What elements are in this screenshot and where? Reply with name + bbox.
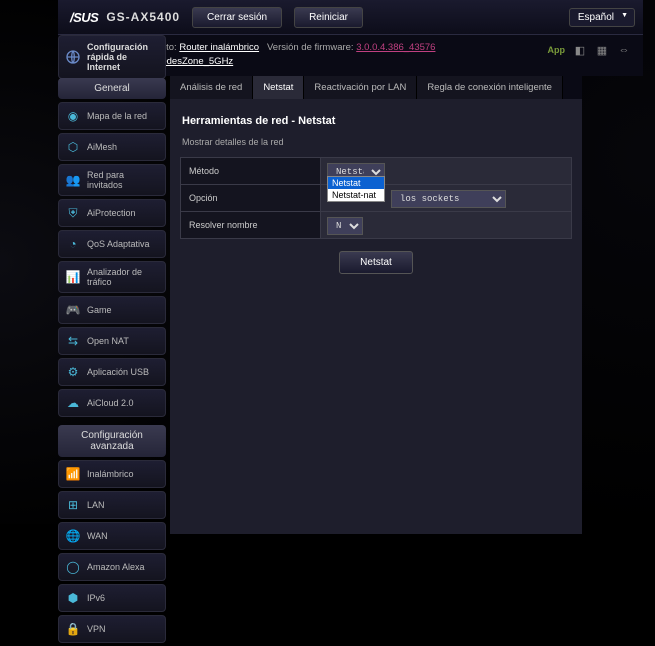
model-name: GS-AX5400 (106, 10, 180, 24)
sidebar-item-vpn[interactable]: 🔒 VPN (58, 615, 166, 643)
tab-wol[interactable]: Reactivación por LAN (304, 76, 417, 99)
sidebar-item-label: IPv6 (87, 593, 105, 603)
panel-subtitle: Mostrar detalles de la red (180, 137, 572, 157)
netstat-button[interactable]: Netstat (339, 251, 413, 274)
option-select[interactable]: los sockets (391, 190, 506, 208)
quick-setup-label: Configuraciónrápida de Internet (87, 42, 159, 72)
sidebar-item-label: AiCloud 2.0 (87, 398, 134, 408)
sidebar-item-label: Red para invitados (87, 170, 159, 190)
tab-bar: Análisis de red Netstat Reactivación por… (170, 76, 582, 99)
sidebar-item-label: Analizador de tráfico (87, 267, 159, 287)
sidebar-item-game[interactable]: 🎮 Game (58, 296, 166, 324)
sidebar-item-network-map[interactable]: ◉ Mapa de la red (58, 102, 166, 130)
main-panel: Herramientas de red - Netstat Mostrar de… (170, 99, 582, 534)
sidebar-item-guest[interactable]: 👥 Red para invitados (58, 164, 166, 196)
ssid2-link[interactable]: RedesZone_5GHz (155, 56, 234, 67)
sidebar-item-label: AiMesh (87, 142, 117, 152)
sidebar-item-traffic[interactable]: 📊 Analizador de tráfico (58, 261, 166, 293)
quick-setup-button[interactable]: Configuraciónrápida de Internet (58, 35, 166, 79)
resolve-select[interactable]: No (327, 217, 363, 235)
users-icon: 👥 (65, 172, 81, 188)
sidebar-item-label: QoS Adaptativa (87, 239, 150, 249)
gear-globe-icon (65, 49, 81, 65)
notify-icon[interactable]: ◧ (573, 43, 587, 57)
sidebar-item-alexa[interactable]: ◯ Amazon Alexa (58, 553, 166, 581)
sidebar-item-usb[interactable]: ⚙ Aplicación USB (58, 358, 166, 386)
vpn-icon: 🔒 (65, 621, 81, 637)
sidebar-item-aiprotection[interactable]: ⛨ AiProtection (58, 199, 166, 227)
sidebar-item-aimesh[interactable]: ⬡ AiMesh (58, 133, 166, 161)
wan-icon: 🌐 (65, 528, 81, 544)
sidebar-general-title: General (58, 78, 166, 99)
brand-logo: /SUS (70, 10, 98, 25)
tab-netstat[interactable]: Netstat (253, 76, 304, 99)
method-option-netstat-nat[interactable]: Netstat-nat (328, 189, 384, 201)
sidebar-item-aicloud[interactable]: ☁ AiCloud 2.0 (58, 389, 166, 417)
app-label[interactable]: App (548, 45, 566, 55)
led-icon[interactable]: ▦ (595, 43, 609, 57)
header-bar: /SUS GS-AX5400 Cerrar sesión Reiniciar E… (58, 0, 643, 35)
usb-icon[interactable]: ⇔ (617, 43, 631, 57)
sidebar-item-label: Inalámbrico (87, 469, 134, 479)
language-select[interactable]: Español (569, 8, 635, 27)
mode-link[interactable]: Router inalámbrico (179, 42, 259, 53)
fw-link[interactable]: 3.0.0.4.386_43576 (356, 42, 435, 53)
tab-network-analysis[interactable]: Análisis de red (170, 76, 253, 99)
sidebar-item-ipv6[interactable]: ⬢ IPv6 (58, 584, 166, 612)
sidebar-item-opennat[interactable]: ⇆ Open NAT (58, 327, 166, 355)
mesh-icon: ⬡ (65, 139, 81, 155)
cloud-icon: ☁ (65, 395, 81, 411)
sidebar-item-wireless[interactable]: 📶 Inalámbrico (58, 460, 166, 488)
logout-button[interactable]: Cerrar sesión (192, 7, 282, 28)
method-option-netstat[interactable]: Netstat (328, 177, 384, 189)
method-dropdown: Netstat Netstat-nat (327, 176, 385, 202)
wifi-icon: 📶 (65, 466, 81, 482)
sidebar-item-wan[interactable]: 🌐 WAN (58, 522, 166, 550)
sidebar-item-label: Aplicación USB (87, 367, 149, 377)
lan-icon: ⊞ (65, 497, 81, 513)
ipv6-icon: ⬢ (65, 590, 81, 606)
sidebar-item-label: WAN (87, 531, 108, 541)
shield-icon: ⛨ (65, 205, 81, 221)
sidebar-item-label: Amazon Alexa (87, 562, 145, 572)
gamepad-icon: 🎮 (65, 302, 81, 318)
speedometer-icon: ◔ (65, 236, 81, 252)
sidebar-item-label: VPN (87, 624, 106, 634)
option-label: Opción (181, 184, 321, 211)
globe-icon: ◉ (65, 108, 81, 124)
sidebar-item-label: Game (87, 305, 112, 315)
sidebar-item-qos[interactable]: ◔ QoS Adaptativa (58, 230, 166, 258)
resolve-label: Resolver nombre (181, 211, 321, 238)
form-table: Método Netstat Netstat Netstat-nat Opció… (180, 157, 572, 239)
sidebar-item-lan[interactable]: ⊞ LAN (58, 491, 166, 519)
reboot-button[interactable]: Reiniciar (294, 7, 363, 28)
sidebar-item-label: AiProtection (87, 208, 136, 218)
usb-app-icon: ⚙ (65, 364, 81, 380)
sidebar-item-label: Mapa de la red (87, 111, 147, 121)
alexa-icon: ◯ (65, 559, 81, 575)
sidebar: General ◉ Mapa de la red ⬡ AiMesh 👥 Red … (58, 78, 166, 646)
tab-smart-connect[interactable]: Regla de conexión inteligente (417, 76, 563, 99)
panel-title: Herramientas de red - Netstat (180, 109, 572, 137)
fw-label: Versión de firmware: (267, 42, 354, 53)
nat-icon: ⇆ (65, 333, 81, 349)
chart-icon: 📊 (65, 269, 81, 285)
sidebar-advanced-title: Configuración avanzada (58, 425, 166, 457)
sidebar-item-label: Open NAT (87, 336, 129, 346)
method-label: Método (181, 157, 321, 184)
sidebar-item-label: LAN (87, 500, 105, 510)
